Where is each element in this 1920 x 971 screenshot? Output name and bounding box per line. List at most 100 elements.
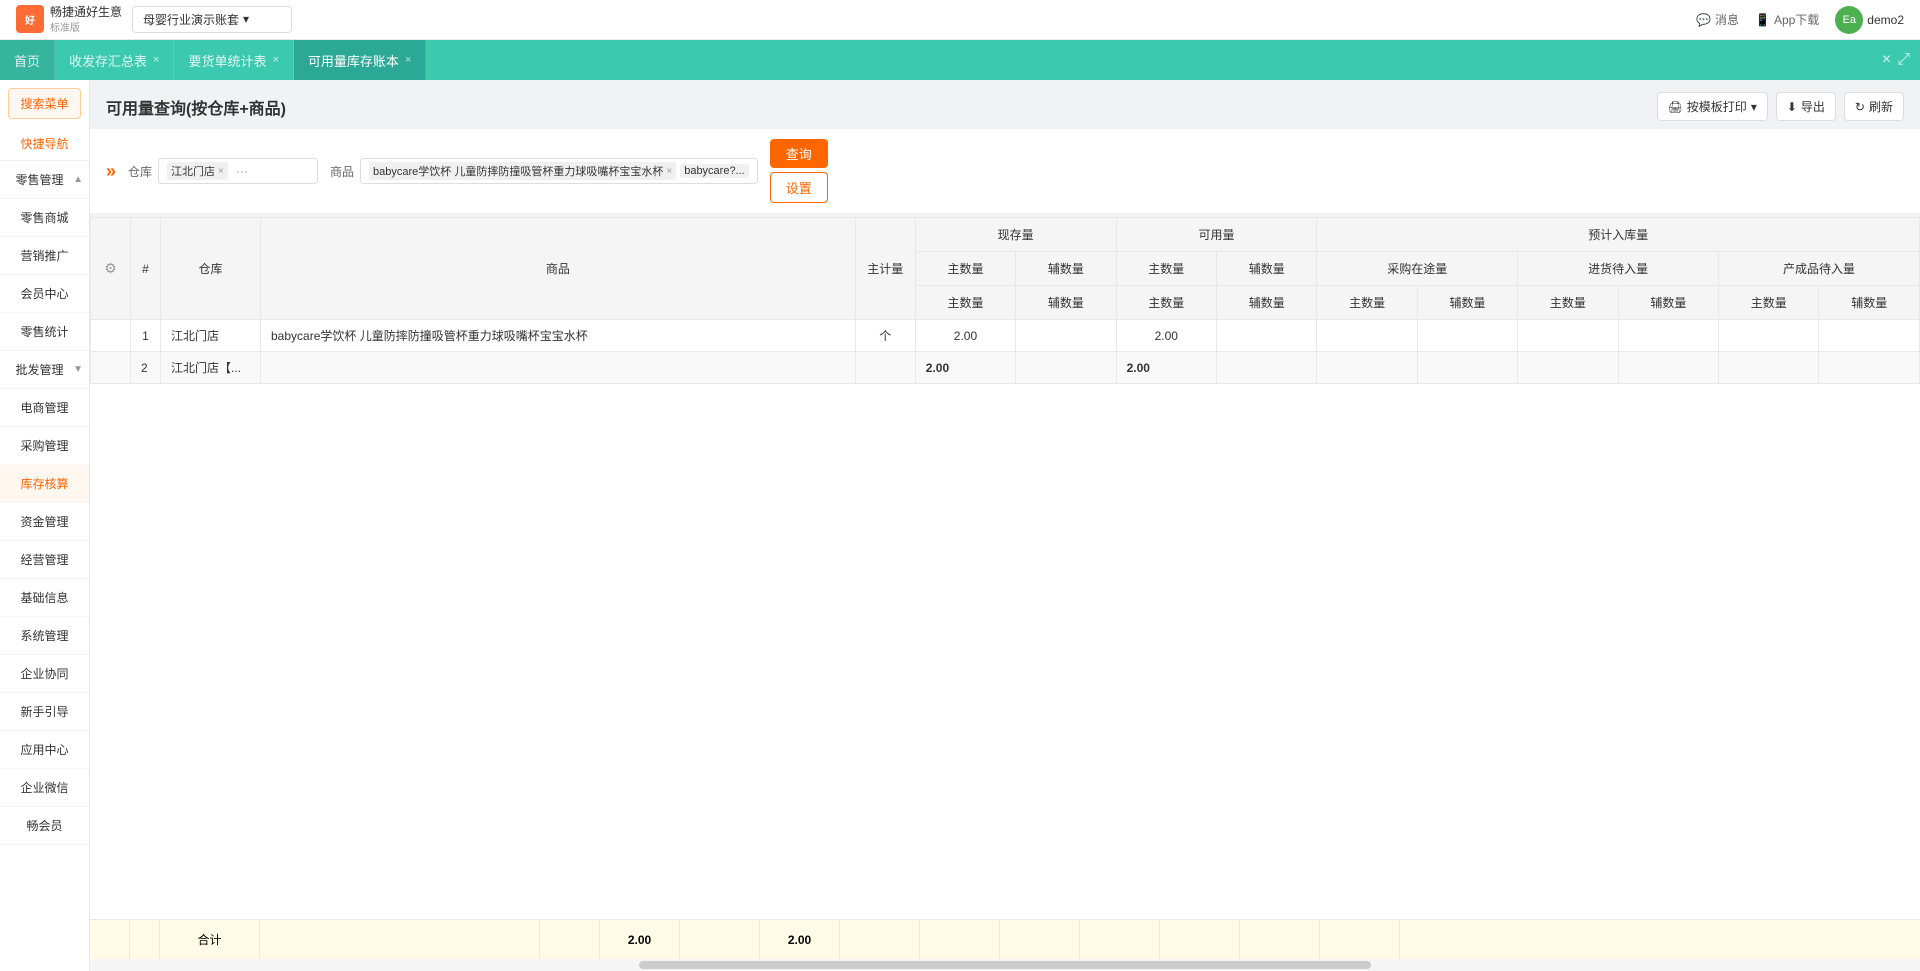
retail-stats-label: 零售统计 xyxy=(6,323,83,340)
retail-mgmt-arrow-icon: ▲ xyxy=(73,174,83,185)
group-row-cs-main: 2.00 xyxy=(915,352,1015,384)
col-pur-main-header: 主数量 xyxy=(1317,286,1417,320)
warehouse-input[interactable]: 江北门店 × ··· xyxy=(158,158,318,184)
sidebar-item-operations-mgmt[interactable]: 经营管理 xyxy=(0,541,89,579)
quick-nav-btn[interactable]: 快捷导航 xyxy=(0,127,89,161)
group-row-av-main: 2.00 xyxy=(1116,352,1216,384)
maximize-icon[interactable]: ⤢ xyxy=(1897,51,1910,69)
sidebar-item-app-center[interactable]: 应用中心 xyxy=(0,731,89,769)
warehouse-tag: 江北门店 × xyxy=(167,162,228,180)
sidebar-item-stock-check[interactable]: 库存核算 xyxy=(0,465,89,503)
close-demand-stats-icon[interactable]: × xyxy=(272,54,278,66)
sidebar-item-purchase-mgmt[interactable]: 采购管理 xyxy=(0,427,89,465)
warehouse-tag-close-icon[interactable]: × xyxy=(218,166,224,177)
product-tag-2: babycare?... xyxy=(680,164,749,178)
sidebar-item-ecommerce-mgmt[interactable]: 电商管理 xyxy=(0,389,89,427)
sidebar-item-retail-stats[interactable]: 零售统计 xyxy=(0,313,89,351)
logo-icon: 好 xyxy=(16,5,44,33)
col-index-header: # xyxy=(131,218,161,320)
tab-demand-stats[interactable]: 要货单统计表 × xyxy=(174,40,293,80)
sidebar-search-area: 搜索菜单 xyxy=(0,80,89,127)
group-row-settings xyxy=(91,352,131,384)
sidebar-item-member-center[interactable]: 会员中心 xyxy=(0,275,89,313)
chevron-down-icon: ▾ xyxy=(243,12,249,26)
table-container: ⚙ # 仓库 商品 主计量 现存量 可用量 预计入库量 主数量 辅数量 主数量 xyxy=(90,217,1920,959)
table-row: 1 江北门店 babycare学饮杯 儿童防摔防撞吸管杯重力球吸嘴杯宝宝水杯 个… xyxy=(91,320,1920,352)
row1-index: 1 xyxy=(131,320,161,352)
group-row-av-aux xyxy=(1217,352,1317,384)
search-menu-btn[interactable]: 搜索菜单 xyxy=(8,88,81,119)
logo-sub: 标准版 xyxy=(50,19,122,34)
export-label: 导出 xyxy=(1801,98,1825,115)
page-title: 可用量查询(按仓库+商品) xyxy=(106,95,286,119)
settings-icon: ⚙ xyxy=(104,260,117,276)
query-btn[interactable]: 查询 xyxy=(770,139,828,168)
user-area[interactable]: Ea demo2 xyxy=(1835,6,1904,34)
filter-expand-btn[interactable]: » xyxy=(106,161,116,182)
app-download-btn[interactable]: 📱 App下载 xyxy=(1755,11,1819,28)
member-vip-label: 畅会员 xyxy=(6,817,83,834)
close-available-stock-icon[interactable]: × xyxy=(405,54,411,66)
col-product-header: 商品 xyxy=(261,218,856,320)
sidebar-item-member-vip[interactable]: 畅会员 xyxy=(0,807,89,845)
industry-name: 母婴行业演示账套 xyxy=(143,11,239,28)
warehouse-more-icon[interactable]: ··· xyxy=(232,164,252,178)
footer-settings-cell xyxy=(90,920,130,959)
row1-main-unit: 个 xyxy=(855,320,915,352)
stock-check-label: 库存核算 xyxy=(6,475,83,492)
available-stock-label: 可用量库存账本 xyxy=(308,51,399,70)
print-template-btn[interactable]: 🖨 按模板打印 ▾ xyxy=(1657,92,1768,121)
close-receive-send-icon[interactable]: × xyxy=(153,54,159,66)
sidebar-item-retail-mgmt[interactable]: 零售管理 ▲ xyxy=(0,161,89,199)
group-row-warehouse: 江北门店【... xyxy=(161,352,261,384)
app-icon: 📱 xyxy=(1755,13,1770,27)
group-row-pur-main xyxy=(1317,352,1417,384)
footer-product-cell xyxy=(260,920,540,959)
sidebar-item-system-mgmt[interactable]: 系统管理 xyxy=(0,617,89,655)
retail-mgmt-label: 零售管理 xyxy=(6,171,73,188)
refresh-btn[interactable]: ↻ 刷新 xyxy=(1844,92,1904,121)
scrollbar-thumb[interactable] xyxy=(639,961,1371,969)
nav-tab-controls: × ⤢ xyxy=(1872,51,1920,69)
wholesale-mgmt-arrow-icon: ▼ xyxy=(73,364,83,375)
industry-selector[interactable]: 母婴行业演示账套 ▾ xyxy=(132,6,292,33)
finance-mgmt-label: 资金管理 xyxy=(6,513,83,530)
group-row-pur-aux xyxy=(1417,352,1517,384)
message-label: 消息 xyxy=(1715,11,1739,28)
product-input[interactable]: babycare学饮杯 儿童防摔防撞吸管杯重力球吸嘴杯宝宝水杯 × babyca… xyxy=(360,158,758,184)
col-finished-pending-header: 产成品待入量 xyxy=(1719,252,1920,286)
tab-receive-send[interactable]: 收发存汇总表 × xyxy=(55,40,174,80)
row1-cs-aux xyxy=(1016,320,1116,352)
sidebar-item-wholesale-mgmt[interactable]: 批发管理 ▼ xyxy=(0,351,89,389)
horizontal-scrollbar[interactable] xyxy=(90,959,1920,971)
group-row-main-unit xyxy=(855,352,915,384)
col-incoming-pending-header: 进货待入量 xyxy=(1518,252,1719,286)
main-layout: 搜索菜单 快捷导航 零售管理 ▲ 零售商城 营销推广 会员中心 零售统计 批发管… xyxy=(0,80,1920,971)
close-window-icon[interactable]: × xyxy=(1882,51,1891,69)
message-btn[interactable]: 💬 消息 xyxy=(1696,11,1739,28)
setting-btn[interactable]: 设置 xyxy=(770,172,828,203)
export-btn[interactable]: ⬇ 导出 xyxy=(1776,92,1836,121)
sidebar-item-marketing[interactable]: 营销推广 xyxy=(0,237,89,275)
sidebar-item-basic-info[interactable]: 基础信息 xyxy=(0,579,89,617)
sidebar-item-enterprise-wechat[interactable]: 企业微信 xyxy=(0,769,89,807)
col-purchase-transit-header: 采购在途量 xyxy=(1317,252,1518,286)
sidebar-item-enterprise-collab[interactable]: 企业协同 xyxy=(0,655,89,693)
group-row-inc-main xyxy=(1518,352,1618,384)
footer-cs-main-cell: 2.00 xyxy=(600,920,680,959)
retail-mall-label: 零售商城 xyxy=(6,209,83,226)
marketing-label: 营销推广 xyxy=(6,247,83,264)
sidebar-item-retail-mall[interactable]: 零售商城 xyxy=(0,199,89,237)
tab-available-stock[interactable]: 可用量库存账本 × xyxy=(294,40,426,80)
warehouse-tag-value: 江北门店 xyxy=(171,163,215,179)
row1-cs-main: 2.00 xyxy=(915,320,1015,352)
sidebar-item-new-guide[interactable]: 新手引导 xyxy=(0,693,89,731)
row1-inc-aux xyxy=(1618,320,1718,352)
print-chevron-icon: ▾ xyxy=(1751,100,1757,114)
tab-home[interactable]: 首页 xyxy=(0,40,55,80)
product-tag-1-close-icon[interactable]: × xyxy=(666,166,672,177)
sidebar-item-finance-mgmt[interactable]: 资金管理 xyxy=(0,503,89,541)
group-row-inc-aux xyxy=(1618,352,1718,384)
col-available-header: 可用量 xyxy=(1116,218,1317,252)
col-inc-main-header: 主数量 xyxy=(1518,286,1618,320)
